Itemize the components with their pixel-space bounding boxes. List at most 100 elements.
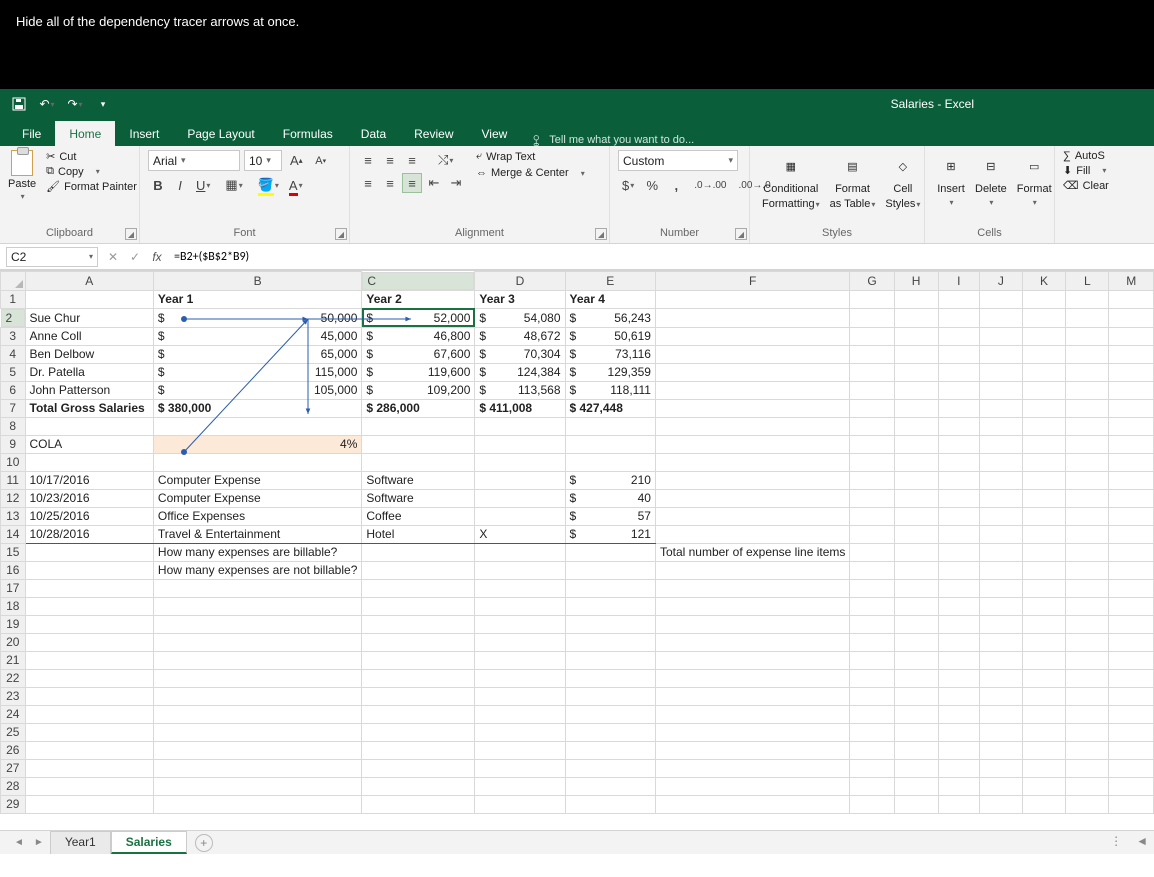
cell[interactable] [655,345,849,363]
cell[interactable]: $124,384 [475,363,565,381]
underline-button[interactable]: U▾ [192,175,214,195]
accounting-format-button[interactable]: $▾ [618,175,638,195]
cell[interactable] [1066,471,1109,489]
cell[interactable] [362,417,475,435]
cell[interactable] [565,687,655,705]
cell[interactable] [1109,363,1154,381]
clipboard-dialog-launcher-icon[interactable]: ◢ [125,228,137,240]
cell[interactable] [938,723,980,741]
cell[interactable]: $50,000 [153,308,361,327]
cell[interactable] [655,489,849,507]
cell[interactable] [894,741,938,759]
cell[interactable] [25,741,153,759]
cell[interactable] [565,417,655,435]
undo-icon[interactable]: ↶▾ [38,95,56,113]
cell[interactable] [1109,327,1154,345]
cell[interactable] [25,669,153,687]
cell[interactable]: $210 [565,471,655,489]
cell[interactable] [1022,741,1066,759]
cell[interactable] [565,615,655,633]
cell[interactable] [1066,597,1109,615]
cell[interactable] [938,561,980,579]
cell[interactable] [1109,453,1154,471]
cell[interactable] [475,579,565,597]
cell[interactable] [1109,669,1154,687]
cell[interactable] [850,543,894,561]
cell[interactable] [938,795,980,813]
cell[interactable]: $56,243 [565,308,655,327]
cell[interactable] [25,615,153,633]
cell[interactable] [565,561,655,579]
cell[interactable] [655,651,849,669]
row-header[interactable]: 14 [1,525,26,543]
cell[interactable]: $48,672 [475,327,565,345]
cell[interactable] [850,417,894,435]
cell[interactable] [1066,669,1109,687]
row-header[interactable]: 22 [1,669,26,687]
cell[interactable] [1066,417,1109,435]
cell[interactable] [850,345,894,363]
cell[interactable] [850,615,894,633]
row-header[interactable]: 28 [1,777,26,795]
cell[interactable] [565,435,655,453]
cell[interactable] [655,525,849,543]
cell[interactable] [362,597,475,615]
cell[interactable] [850,705,894,723]
cell[interactable] [655,633,849,651]
cell[interactable] [1022,759,1066,777]
hscroll-left-icon[interactable]: ◄ [1136,834,1148,848]
tab-review[interactable]: Review [400,121,467,146]
cell[interactable] [850,669,894,687]
cut-button[interactable]: ✂Cut [46,150,137,163]
cell[interactable] [1022,381,1066,399]
cell[interactable] [25,453,153,471]
cell[interactable] [938,489,980,507]
cell[interactable] [475,597,565,615]
row-header[interactable]: 2 [1,309,25,327]
cell[interactable] [938,507,980,525]
cell[interactable] [1022,705,1066,723]
format-as-table-button[interactable]: ▤ Formatas Table▾ [826,150,880,212]
alignment-dialog-launcher-icon[interactable]: ◢ [595,228,607,240]
cell[interactable] [1022,723,1066,741]
cell[interactable] [938,363,980,381]
cell[interactable]: $67,600 [362,345,475,363]
cell[interactable] [894,381,938,399]
save-icon[interactable] [10,95,28,113]
cell[interactable] [850,651,894,669]
cell[interactable] [1022,308,1066,327]
cell[interactable]: $105,000 [153,381,361,399]
cell[interactable]: $113,568 [475,381,565,399]
cell[interactable] [565,795,655,813]
borders-button[interactable]: ▦▾ [221,175,246,195]
cell[interactable] [850,489,894,507]
increase-indent-icon[interactable]: ⇥ [446,173,466,193]
cancel-formula-icon[interactable]: ✕ [102,247,124,267]
cell[interactable] [655,741,849,759]
increase-font-icon[interactable]: A▴ [286,151,307,171]
font-size-select[interactable]: 10▾ [244,150,282,171]
cell[interactable]: How many expenses are not billable? [153,561,361,579]
font-dialog-launcher-icon[interactable]: ◢ [335,228,347,240]
cell[interactable] [894,327,938,345]
cell[interactable] [25,723,153,741]
cell[interactable] [894,669,938,687]
column-header[interactable]: D [475,272,565,291]
cell[interactable] [894,489,938,507]
cell[interactable] [655,453,849,471]
cell[interactable] [1066,363,1109,381]
cell[interactable] [25,417,153,435]
cell[interactable] [850,795,894,813]
cell[interactable] [938,633,980,651]
tab-home[interactable]: Home [55,121,115,146]
cell[interactable] [362,687,475,705]
cell[interactable] [1022,435,1066,453]
cell[interactable] [655,561,849,579]
cell[interactable] [980,597,1023,615]
cell[interactable] [565,651,655,669]
cell[interactable] [475,435,565,453]
cell[interactable] [362,723,475,741]
cell[interactable] [894,633,938,651]
cell[interactable] [1066,290,1109,308]
cell[interactable] [980,687,1023,705]
